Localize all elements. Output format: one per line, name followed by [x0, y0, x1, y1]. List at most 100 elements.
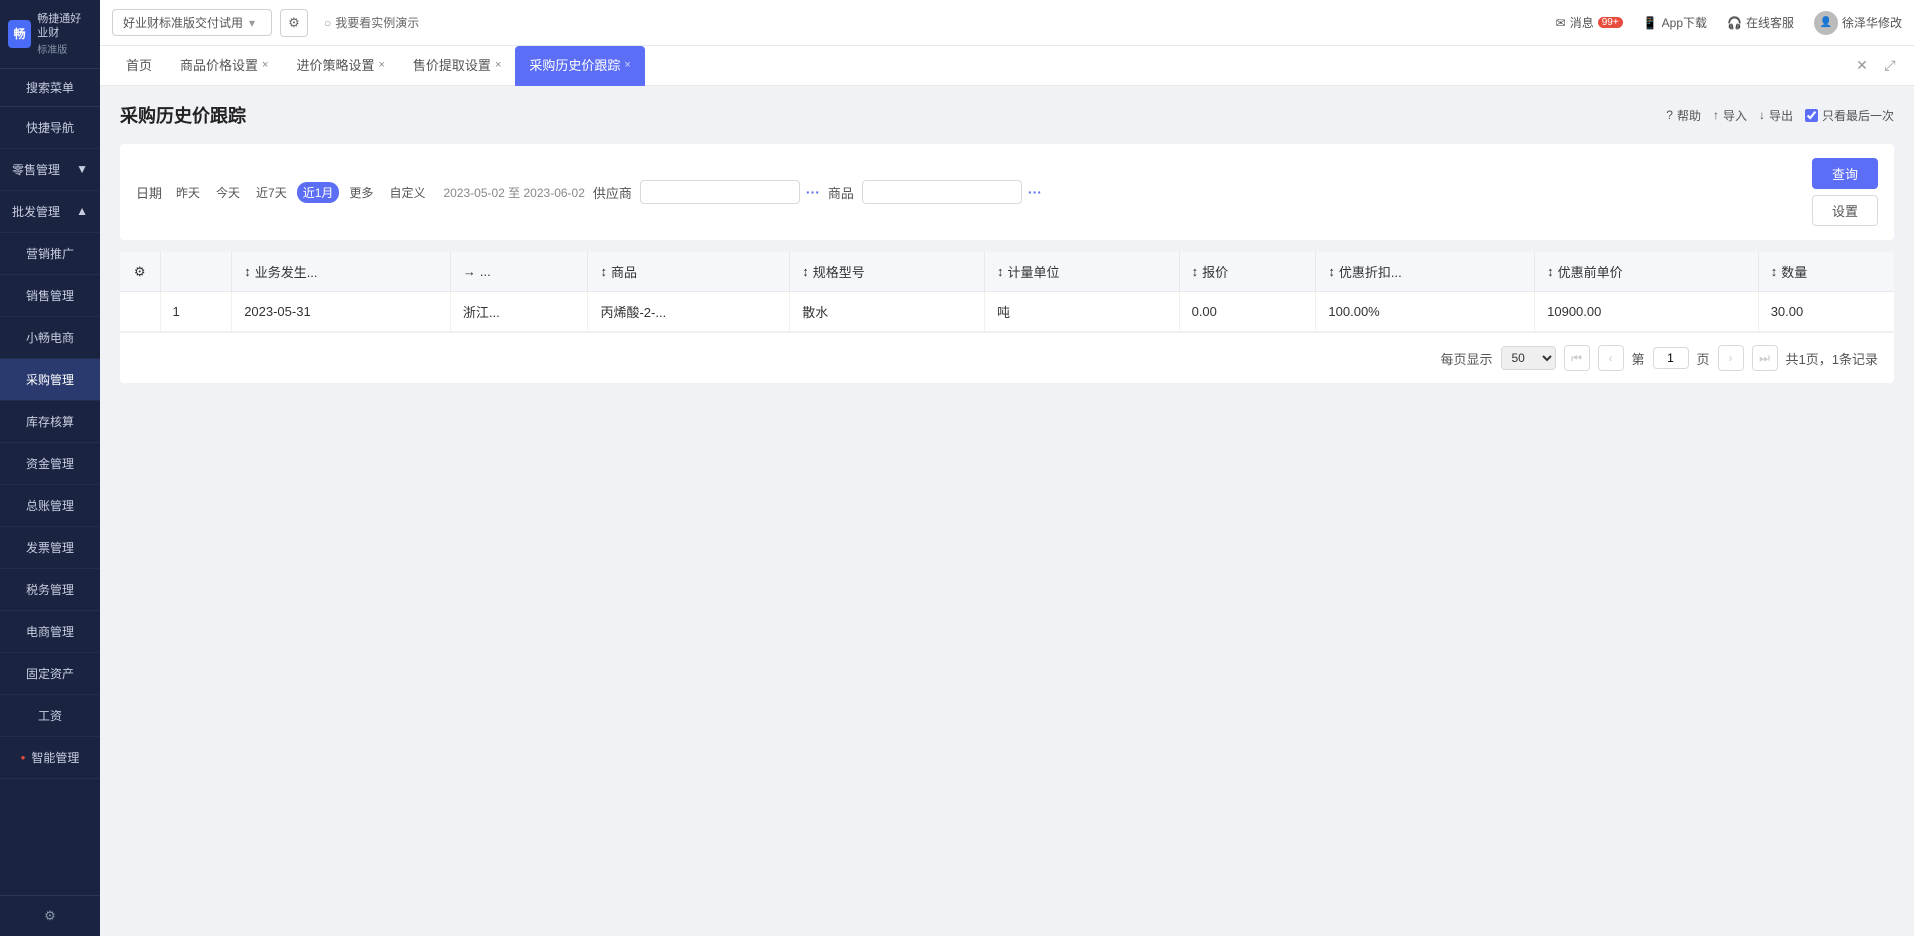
page-unit: 页 [1697, 349, 1710, 368]
tab-close-price-extract[interactable]: × [495, 59, 501, 71]
sidebar-item-ledger[interactable]: 总账管理 [0, 485, 100, 527]
page-actions: ? 帮助 ↑ 导入 ↓ 导出 只看最后一次 [1666, 107, 1894, 124]
sidebar-item-tax[interactable]: 税务管理 [0, 569, 100, 611]
page-input[interactable] [1653, 347, 1689, 369]
tabs-bar: 首页 商品价格设置 × 进价策略设置 × 售价提取设置 × 采购历史价跟踪 × … [100, 46, 1914, 86]
supplier-input-group: ··· [640, 180, 820, 204]
sidebar-item-inventory[interactable]: 库存核算 [0, 401, 100, 443]
sidebar-item-marketing[interactable]: 营销推广 [0, 233, 100, 275]
sidebar-item-smart[interactable]: ● 智能管理 [0, 737, 100, 779]
sidebar-item-invoice[interactable]: 发票管理 [0, 527, 100, 569]
pagination: 每页显示 10 20 50 100 ⏮ ‹ 第 页 › ⏭ 共1页，1条记录 [120, 332, 1894, 383]
date-opt-today[interactable]: 今天 [210, 182, 246, 203]
sidebar-item-ecommerce-small[interactable]: 小畅电商 [0, 317, 100, 359]
edition-label: 好业财标准版交付试用 [123, 14, 243, 31]
last-page-button[interactable]: ⏭ [1752, 345, 1778, 371]
logo-icon: 畅 [8, 20, 31, 48]
sidebar-item-sales[interactable]: 销售管理 [0, 275, 100, 317]
sidebar-item-wholesale[interactable]: 批发管理 ▲ [0, 191, 100, 233]
sidebar-gear-button[interactable]: ⚙ [0, 895, 100, 936]
sidebar-item-assets[interactable]: 固定资产 [0, 653, 100, 695]
help-icon: ? [1666, 108, 1673, 122]
chevron-down-icon: ▾ [249, 16, 255, 30]
demo-button[interactable]: ○ 我要看实例演示 [324, 14, 419, 31]
filter-area: 日期 昨天 今天 近7天 近1月 更多 自定义 2023-05-02 至 202… [120, 144, 1894, 240]
settings-icon[interactable]: ⚙ [280, 9, 308, 37]
app-download-button[interactable]: 📱 App下载 [1643, 14, 1707, 31]
smart-dot: ● [21, 753, 26, 762]
data-table: ⚙ ↕ 业务发生... → ... [120, 252, 1894, 332]
date-opt-yesterday[interactable]: 昨天 [170, 182, 206, 203]
sidebar-item-purchase[interactable]: 采购管理 [0, 359, 100, 401]
col-discount[interactable]: ↕ 优惠折扣... [1316, 252, 1535, 292]
prev-page-button[interactable]: ‹ [1598, 345, 1624, 371]
col-spec[interactable]: ↕ 规格型号 [790, 252, 985, 292]
per-page-select[interactable]: 10 20 50 100 [1501, 346, 1556, 370]
cell-goods: 丙烯酸-2-... [588, 292, 790, 332]
sidebar-item-ecommerce[interactable]: 电商管理 [0, 611, 100, 653]
sidebar-item-quick-nav[interactable]: 快捷导航 [0, 107, 100, 149]
tab-price-extract[interactable]: 售价提取设置 × [399, 46, 515, 86]
export-icon: ↓ [1759, 108, 1765, 122]
goods-ellipsis-button[interactable]: ··· [1028, 184, 1042, 200]
online-service-button[interactable]: 🎧 在线客服 [1727, 14, 1794, 31]
page-title: 采购历史价跟踪 [120, 102, 246, 128]
col-gear[interactable]: ⚙ [120, 252, 160, 292]
date-opt-last7days[interactable]: 近7天 [250, 182, 293, 203]
sidebar-logo: 畅 畅捷通好业财 标准版 [0, 0, 100, 69]
filter-buttons: 查询 设置 [1812, 158, 1878, 226]
page-content: 采购历史价跟踪 ? 帮助 ↑ 导入 ↓ 导出 只看最后一次 [100, 86, 1914, 936]
tab-price[interactable]: 商品价格设置 × [166, 46, 282, 86]
col-goods[interactable]: ↕ 商品 [588, 252, 790, 292]
supplier-input[interactable] [640, 180, 800, 204]
tab-close-price[interactable]: × [262, 59, 268, 71]
help-button[interactable]: ? 帮助 [1666, 107, 1701, 124]
only-last-checkbox[interactable] [1805, 109, 1818, 122]
only-last-checkbox-label[interactable]: 只看最后一次 [1805, 107, 1894, 124]
cell-unit: 吨 [984, 292, 1179, 332]
sidebar-item-finance[interactable]: 资金管理 [0, 443, 100, 485]
supplier-ellipsis-button[interactable]: ··· [806, 184, 820, 200]
col-price[interactable]: ↕ 报价 [1179, 252, 1316, 292]
table-container: ⚙ ↕ 业务发生... → ... [120, 252, 1894, 383]
tab-close-history-price[interactable]: × [624, 59, 630, 71]
supplier-filter-label: 供应商 [593, 183, 632, 202]
edition-selector[interactable]: 好业财标准版交付试用 ▾ [112, 9, 272, 36]
sidebar-item-retail[interactable]: 零售管理 ▼ [0, 149, 100, 191]
user-menu[interactable]: 👤 徐泽华修改 [1814, 11, 1902, 35]
tab-close-purchase-strategy[interactable]: × [378, 59, 384, 71]
import-icon: ↑ [1713, 108, 1719, 122]
date-filter-label: 日期 [136, 183, 162, 202]
cell-gear [120, 292, 160, 332]
tab-close-all-button[interactable]: ✕ [1850, 54, 1874, 78]
date-options: 昨天 今天 近7天 近1月 更多 自定义 [170, 182, 431, 203]
goods-input[interactable] [862, 180, 1022, 204]
col-more[interactable]: → ... [450, 252, 588, 292]
col-pre-discount-price[interactable]: ↕ 优惠前单价 [1535, 252, 1759, 292]
next-page-button[interactable]: › [1718, 345, 1744, 371]
query-button[interactable]: 查询 [1812, 158, 1878, 189]
date-range-display: 2023-05-02 至 2023-06-02 [443, 184, 584, 201]
tab-maximize-button[interactable]: ⤢ [1878, 54, 1902, 78]
tabs-right-controls: ✕ ⤢ [1850, 54, 1902, 78]
message-button[interactable]: ✉ 消息 99+ [1556, 14, 1623, 31]
col-quantity[interactable]: ↕ 数量 [1758, 252, 1894, 292]
message-icon: ✉ [1556, 16, 1566, 30]
tab-purchase-strategy[interactable]: 进价策略设置 × [282, 46, 398, 86]
date-opt-last1month[interactable]: 近1月 [297, 182, 340, 203]
col-date[interactable]: ↕ 业务发生... [232, 252, 451, 292]
topbar-right: ✉ 消息 99+ 📱 App下载 🎧 在线客服 👤 徐泽华修改 [1556, 11, 1902, 35]
sidebar-item-salary[interactable]: 工资 [0, 695, 100, 737]
page-header: 采购历史价跟踪 ? 帮助 ↑ 导入 ↓ 导出 只看最后一次 [120, 102, 1894, 128]
import-button[interactable]: ↑ 导入 [1713, 107, 1747, 124]
sidebar-search[interactable]: 搜索菜单 [0, 69, 100, 107]
export-button[interactable]: ↓ 导出 [1759, 107, 1793, 124]
filter-settings-button[interactable]: 设置 [1812, 195, 1878, 226]
tab-history-price[interactable]: 采购历史价跟踪 × [515, 46, 644, 86]
col-unit[interactable]: ↕ 计量单位 [984, 252, 1179, 292]
date-opt-custom[interactable]: 自定义 [383, 182, 431, 203]
date-opt-more[interactable]: 更多 [343, 182, 379, 203]
first-page-button[interactable]: ⏮ [1564, 345, 1590, 371]
tab-home[interactable]: 首页 [112, 46, 166, 86]
mobile-icon: 📱 [1643, 16, 1658, 30]
